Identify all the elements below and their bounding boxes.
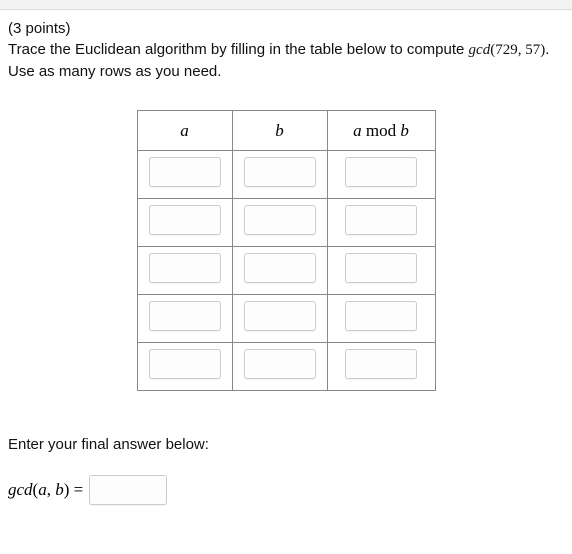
final-gcd-expr: gcd(a, b) = [8,480,83,500]
gcd-args: (729, 57) [490,42,545,58]
euclid-table: a b a mod b [137,110,436,391]
final-answer-prompt: Enter your final answer below: [8,436,564,453]
table-row [137,199,435,247]
table-row [137,151,435,199]
prompt-pre: Trace the Euclidean algorithm by filling… [8,41,469,58]
problem-prompt: Trace the Euclidean algorithm by filling… [8,39,564,82]
cell-input[interactable] [149,301,221,331]
cell-input[interactable] [149,349,221,379]
content: (3 points) Trace the Euclidean algorithm… [0,10,572,525]
table-header-row: a b a mod b [137,111,435,151]
cell-input[interactable] [244,253,316,283]
table-wrap: a b a mod b [8,110,564,391]
final-answer-input[interactable] [89,475,167,505]
header-a: a [137,111,232,151]
gcd-label: gcd [469,42,491,58]
header-amodb-b: b [400,121,409,140]
table-row [137,247,435,295]
cell-input[interactable] [345,157,417,187]
table-row [137,295,435,343]
final-answer-row: gcd(a, b) = [8,475,564,505]
cell-input[interactable] [149,205,221,235]
header-b: b [232,111,327,151]
final-eq: = [69,480,83,499]
header-amodb: a mod b [327,111,435,151]
cell-input[interactable] [345,253,417,283]
top-bar [0,0,572,10]
cell-input[interactable] [244,301,316,331]
cell-input[interactable] [244,349,316,379]
final-gcd-label: gcd [8,480,33,499]
cell-input[interactable] [149,253,221,283]
cell-input[interactable] [345,205,417,235]
cell-input[interactable] [149,157,221,187]
cell-input[interactable] [244,157,316,187]
header-amodb-a: a [353,121,362,140]
header-amodb-mod: mod [362,121,401,140]
points-label: (3 points) [8,20,564,37]
final-gcd-args: (a, b) [33,480,70,499]
table-row [137,343,435,391]
cell-input[interactable] [244,205,316,235]
cell-input[interactable] [345,301,417,331]
cell-input[interactable] [345,349,417,379]
